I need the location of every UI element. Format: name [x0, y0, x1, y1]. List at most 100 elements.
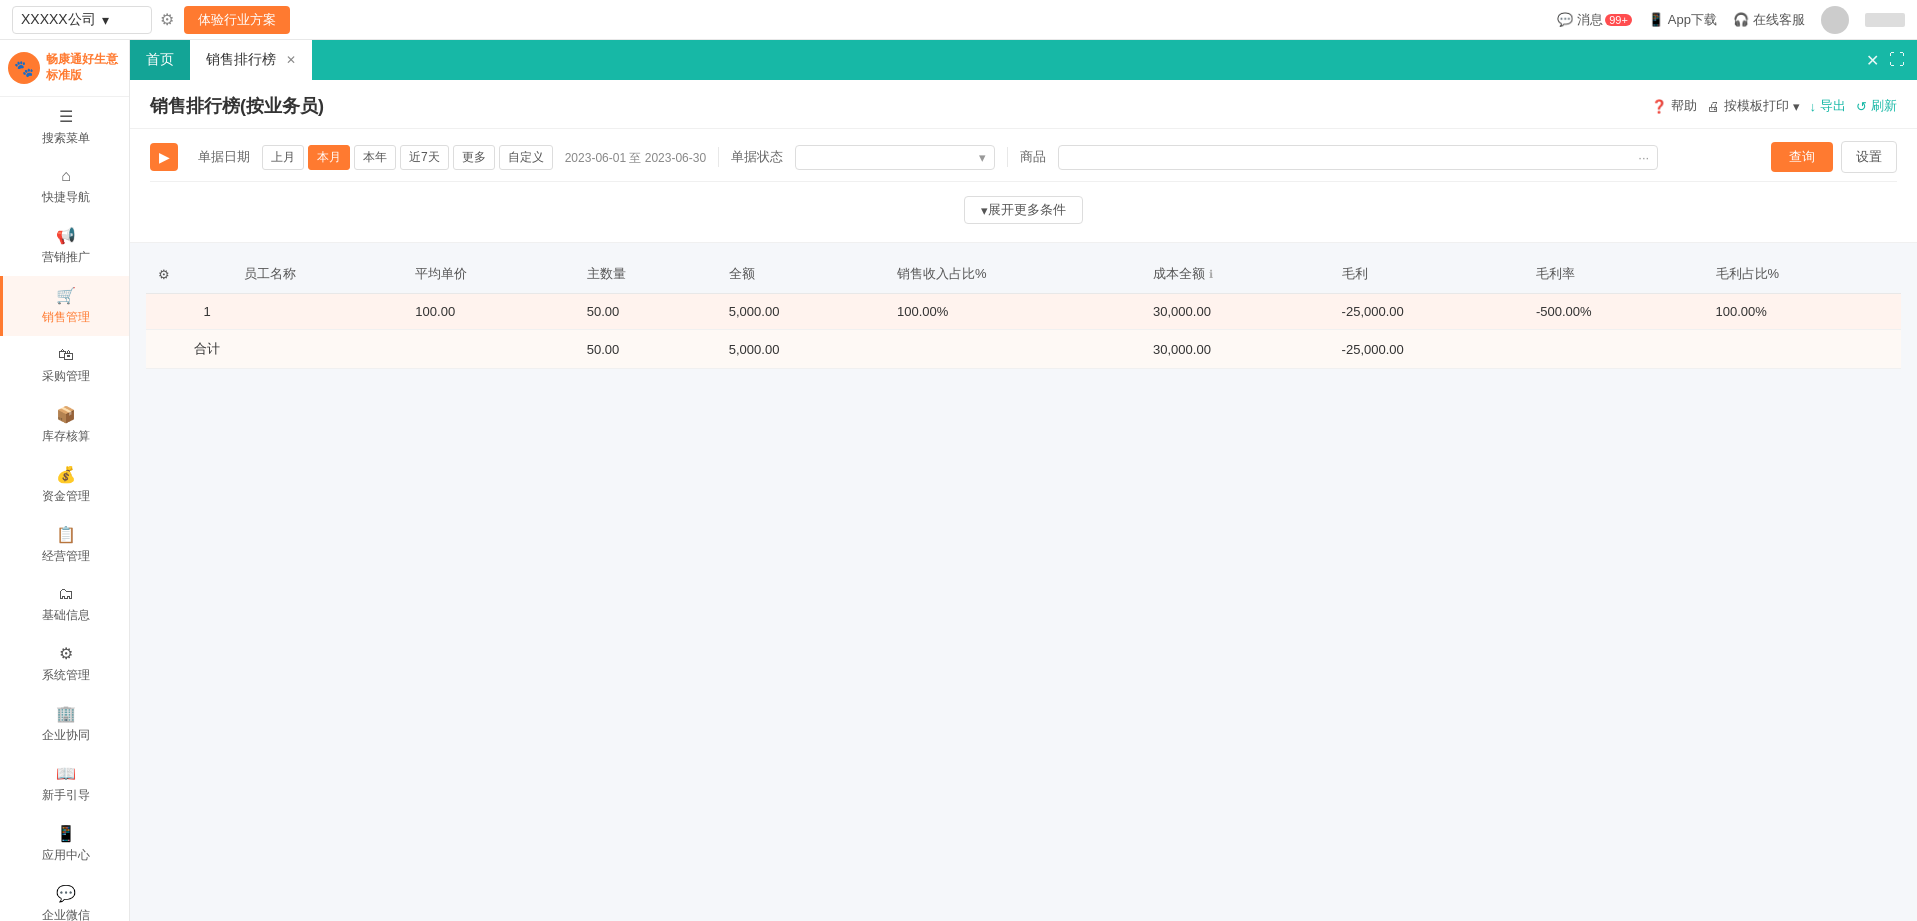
sidebar-item-finance[interactable]: 💰 资金管理	[0, 455, 129, 515]
goods-more-icon[interactable]: ···	[1638, 150, 1649, 165]
sidebar-item-marketing[interactable]: 📢 营销推广	[0, 216, 129, 276]
row-sales-ratio: 100.00%	[885, 294, 1141, 330]
date-btn-7days[interactable]: 近7天	[400, 145, 449, 170]
sidebar-item-purchase[interactable]: 🛍 采购管理	[0, 336, 129, 395]
col-header-main-qty: 主数量	[575, 255, 717, 294]
online-service-btn[interactable]: 🎧 在线客服	[1733, 11, 1805, 29]
tab-sales-rank[interactable]: 销售排行榜 ✕	[190, 40, 312, 80]
message-icon: 💬	[1557, 12, 1573, 27]
sidebar-item-search-order[interactable]: ☰ 搜索菜单	[0, 97, 129, 157]
close-window-icon[interactable]: ✕	[1866, 51, 1879, 70]
table-footer: 合计 50.00 5,000.00 30,000.00 -25,000.00	[146, 330, 1901, 369]
trial-btn[interactable]: 体验行业方案	[184, 6, 290, 34]
col-header-cost-amount: 成本全额 ℹ	[1141, 255, 1330, 294]
date-btn-custom[interactable]: 自定义	[499, 145, 553, 170]
table-header-row: ⚙ 员工名称 平均单价 主数量 全额 销售收入占比% 成本全额 ℹ 毛利	[146, 255, 1901, 294]
top-bar-right: 💬 消息 99+ 📱 App下载 🎧 在线客服	[1557, 6, 1905, 34]
sidebar-item-label: 搜索菜单	[42, 130, 90, 147]
expand-window-icon[interactable]: ⛶	[1889, 51, 1905, 69]
system-icon: ⚙	[59, 644, 73, 663]
col-header-rank	[182, 255, 232, 294]
help-btn[interactable]: ❓ 帮助	[1651, 97, 1697, 115]
col-header-employee: 员工名称	[232, 255, 403, 294]
sidebar-item-label: 销售管理	[42, 309, 90, 326]
row-avg-price: 100.00	[403, 294, 574, 330]
col-header-settings[interactable]: ⚙	[146, 255, 182, 294]
tab-close-icon[interactable]: ✕	[286, 53, 296, 67]
tab-bar: 首页 销售排行榜 ✕ ✕ ⛶	[130, 40, 1917, 80]
date-btn-this-month[interactable]: 本月	[308, 145, 350, 170]
sidebar-item-label: 库存核算	[42, 428, 90, 445]
row-rank: 1	[182, 294, 232, 330]
sidebar-item-enterprise-wechat[interactable]: 💬 企业微信	[0, 874, 129, 921]
filter-expand-row: ▾ 展开更多条件	[150, 181, 1897, 230]
row-gross-profit: -25,000.00	[1330, 294, 1524, 330]
total-employee	[232, 330, 403, 369]
avatar[interactable]	[1821, 6, 1849, 34]
sidebar-item-new-guide[interactable]: 📖 新手引导	[0, 754, 129, 814]
logo-text: 畅康通好生意 标准版	[46, 52, 118, 83]
home-icon: ⌂	[61, 167, 71, 185]
sidebar-item-quick-nav[interactable]: ⌂ 快捷导航	[0, 157, 129, 216]
sidebar-item-inventory[interactable]: 📦 库存核算	[0, 395, 129, 455]
table-body: 1 100.00 50.00 5,000.00 100.00% 30,000.0…	[146, 294, 1901, 330]
sidebar-item-label: 经营管理	[42, 548, 90, 565]
col-header-avg-price: 平均单价	[403, 255, 574, 294]
tab-home[interactable]: 首页	[130, 40, 190, 80]
table-header: ⚙ 员工名称 平均单价 主数量 全额 销售收入占比% 成本全额 ℹ 毛利	[146, 255, 1901, 294]
sidebar-item-app-center[interactable]: 📱 应用中心	[0, 814, 129, 874]
export-icon: ↓	[1810, 99, 1817, 114]
page-content: 销售排行榜(按业务员) ❓ 帮助 🖨 按模板打印 ▾ ↓ 导出	[130, 80, 1917, 921]
marketing-icon: 📢	[56, 226, 76, 245]
export-btn[interactable]: ↓ 导出	[1810, 97, 1847, 115]
row-gross-profit-pct: 100.00%	[1704, 294, 1902, 330]
query-btn[interactable]: 查询	[1771, 142, 1833, 172]
help-icon: ❓	[1651, 99, 1667, 114]
sidebar-item-enterprise-collab[interactable]: 🏢 企业协同	[0, 694, 129, 754]
expand-icon: ▾	[981, 203, 988, 218]
message-badge: 99+	[1605, 14, 1632, 26]
goods-input[interactable]: ···	[1058, 145, 1658, 170]
print-icon: 🖨	[1707, 99, 1720, 114]
filter-collapse-btn[interactable]: ▶	[150, 143, 178, 171]
main-layout: 🐾 畅康通好生意 标准版 ☰ 搜索菜单 ⌂ 快捷导航 📢 营销推广 🛒 销售管理…	[0, 40, 1917, 921]
refresh-btn[interactable]: ↺ 刷新	[1856, 97, 1897, 115]
app-icon: 📱	[1648, 12, 1664, 27]
date-btn-last-month[interactable]: 上月	[262, 145, 304, 170]
sidebar-item-sales[interactable]: 🛒 销售管理	[0, 276, 129, 336]
sidebar-item-system[interactable]: ⚙ 系统管理	[0, 634, 129, 694]
total-row: 合计 50.00 5,000.00 30,000.00 -25,000.00	[146, 330, 1901, 369]
print-btn[interactable]: 🖨 按模板打印 ▾	[1707, 97, 1800, 115]
date-btn-more[interactable]: 更多	[453, 145, 495, 170]
expand-more-btn[interactable]: ▾ 展开更多条件	[964, 196, 1083, 224]
status-select[interactable]: ▾	[795, 145, 995, 170]
message-btn[interactable]: 💬 消息 99+	[1557, 11, 1632, 29]
date-range: 2023-06-01 至 2023-06-30	[565, 150, 706, 167]
settings-btn[interactable]: 设置	[1841, 141, 1897, 173]
page-header: 销售排行榜(按业务员) ❓ 帮助 🖨 按模板打印 ▾ ↓ 导出	[130, 80, 1917, 129]
print-dropdown-icon: ▾	[1793, 99, 1800, 114]
page-title: 销售排行榜(按业务员)	[150, 94, 324, 118]
finance-icon: 💰	[56, 465, 76, 484]
info-icon: ℹ	[1209, 268, 1213, 280]
app-download-btn[interactable]: 📱 App下载	[1648, 11, 1717, 29]
settings-icon[interactable]: ⚙	[160, 10, 174, 29]
dropdown-icon: ▾	[102, 12, 109, 28]
sidebar: 🐾 畅康通好生意 标准版 ☰ 搜索菜单 ⌂ 快捷导航 📢 营销推广 🛒 销售管理…	[0, 40, 130, 921]
refresh-icon: ↺	[1856, 99, 1867, 114]
row-gross-margin: -500.00%	[1524, 294, 1704, 330]
filter-main-row: ▶ 单据日期 上月 本月 本年 近7天 更多 自定义 2023-06-01 至 …	[150, 141, 1897, 173]
tab-sales-rank-label: 销售排行榜	[206, 51, 276, 69]
total-avg-price	[403, 330, 574, 369]
col-header-amount: 全额	[717, 255, 885, 294]
company-selector[interactable]: XXXXX公司 ▾	[12, 6, 152, 34]
company-name: XXXXX公司	[21, 11, 96, 29]
basic-info-icon: 🗂	[58, 585, 74, 603]
filter-separator-1	[718, 147, 719, 167]
sidebar-item-label: 采购管理	[42, 368, 90, 385]
sidebar-item-operations[interactable]: 📋 经营管理	[0, 515, 129, 575]
sidebar-item-basic-info[interactable]: 🗂 基础信息	[0, 575, 129, 634]
date-btn-this-year[interactable]: 本年	[354, 145, 396, 170]
total-settings	[146, 330, 182, 369]
export-label: 导出	[1820, 97, 1846, 115]
